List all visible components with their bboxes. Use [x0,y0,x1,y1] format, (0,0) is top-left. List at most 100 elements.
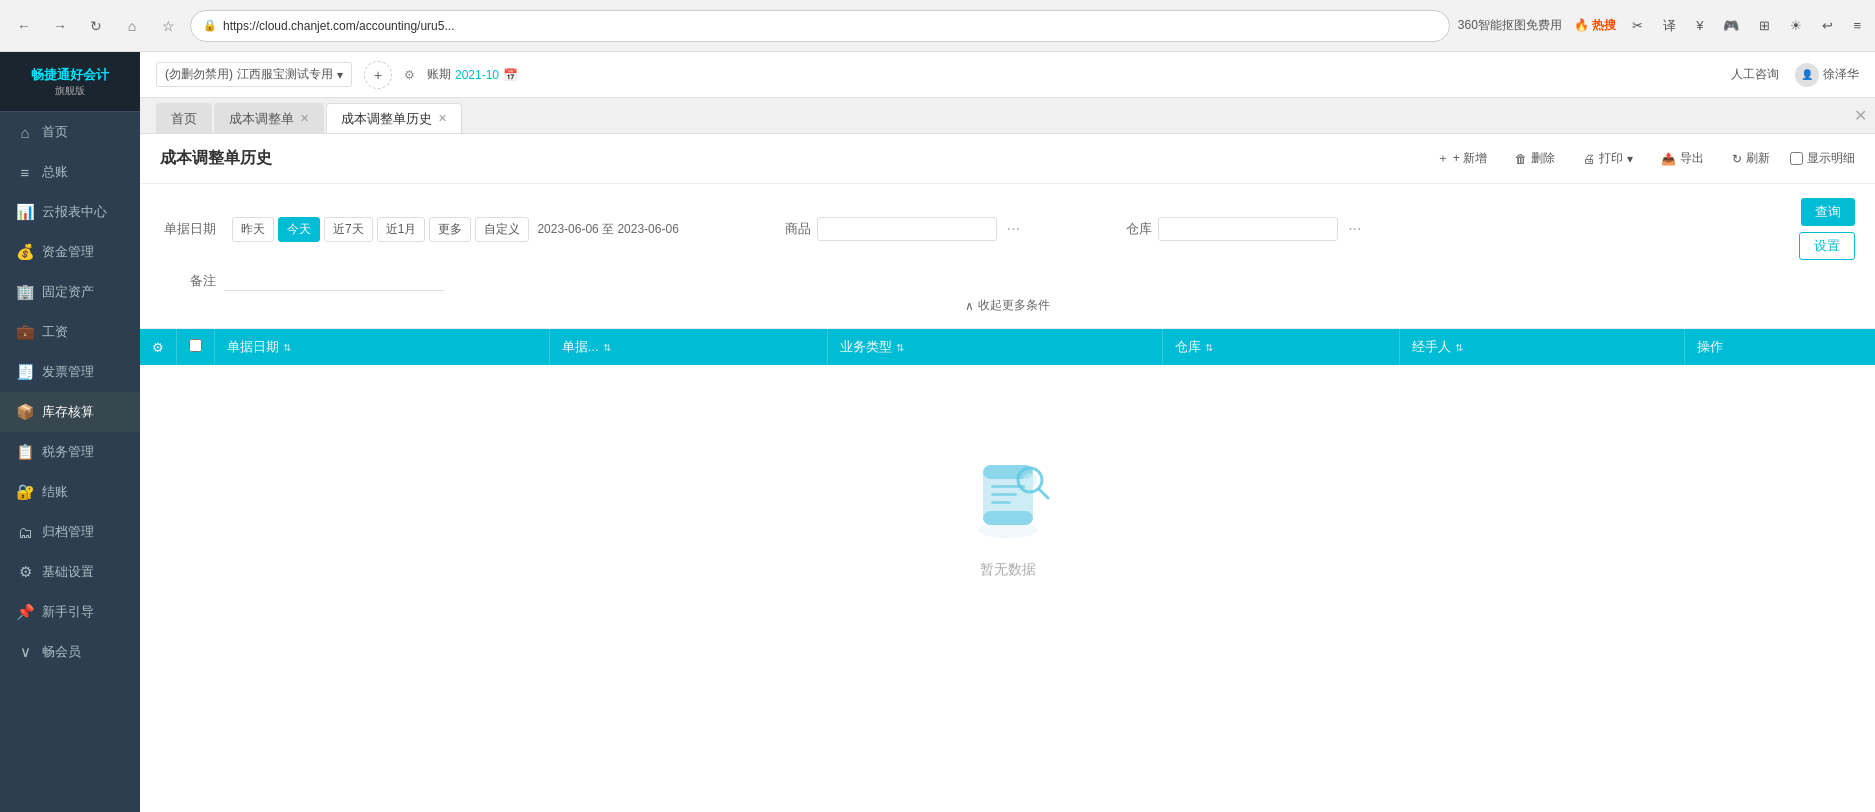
svg-point-9 [1023,473,1037,487]
undo-ext[interactable]: ↩ [1818,16,1837,35]
th-warehouse-label: 仓库 [1175,338,1201,356]
date-filter-buttons: 昨天 今天 近7天 近1月 更多 自定义 2023-06-06 至 2023-0… [232,217,679,242]
sidebar-item-member[interactable]: ∨ 畅会员 [0,632,140,672]
home-button[interactable]: ⌂ [118,12,146,40]
th-biz-type[interactable]: 业务类型 ⇅ [827,329,1162,365]
sidebar-item-archive[interactable]: 🗂 归档管理 [0,512,140,552]
hot-search-badge: 🔥 热搜 [1574,17,1616,34]
date-btn-more[interactable]: 更多 [429,217,471,242]
goods-more-icon[interactable]: ··· [1007,220,1020,238]
page-title: 成本调整单历史 [160,148,272,169]
sidebar-item-reports[interactable]: 📊 云报表中心 [0,192,140,232]
tab-history-label: 成本调整单历史 [341,110,432,128]
address-bar[interactable]: 🔒 https://cloud.chanjet.com/accounting/u… [190,10,1450,42]
display-cols-checkbox[interactable] [1790,152,1803,165]
sidebar-item-home[interactable]: ⌂ 首页 [0,112,140,152]
sidebar-item-invoice[interactable]: 🧾 发票管理 [0,352,140,392]
sidebar-item-inventory[interactable]: 📦 库存核算 [0,392,140,432]
username: 徐泽华 [1823,66,1859,83]
svg-rect-6 [991,501,1011,504]
sidebar-item-tax[interactable]: 📋 税务管理 [0,432,140,472]
settings-icon-topbar[interactable]: ⚙ [404,68,415,82]
th-warehouse[interactable]: 仓库 ⇅ [1162,329,1399,365]
sidebar-item-label: 归档管理 [42,523,94,541]
page-area: 成本调整单历史 ＋ + 新增 🗑 删除 🖨 打印 ▾ [140,134,1875,812]
export-button[interactable]: 📤 导出 [1653,146,1712,171]
bookmark-button[interactable]: ☆ [154,12,182,40]
sidebar-item-guide[interactable]: 📌 新手引导 [0,592,140,632]
customer-service-link[interactable]: 人工咨询 [1731,66,1779,83]
query-button[interactable]: 查询 [1801,198,1855,226]
tab-home[interactable]: 首页 [156,103,212,133]
refresh-button[interactable]: ↻ [82,12,110,40]
sidebar-item-payroll[interactable]: 💼 工资 [0,312,140,352]
date-btn-last-month[interactable]: 近1月 [377,217,426,242]
date-btn-today[interactable]: 今天 [278,217,320,242]
warehouse-input[interactable] [1158,217,1338,241]
collapse-button[interactable]: ∧ 收起更多条件 [160,291,1855,320]
sidebar-item-ledger[interactable]: ≡ 总账 [0,152,140,192]
sidebar-item-settings[interactable]: ⚙ 基础设置 [0,552,140,592]
collapse-text: 收起更多条件 [978,297,1050,314]
sidebar-item-label: 固定资产 [42,283,94,301]
th-handler[interactable]: 经手人 ⇅ [1399,329,1685,365]
export-icon: 📤 [1661,152,1676,166]
page-header: 成本调整单历史 ＋ + 新增 🗑 删除 🖨 打印 ▾ [140,134,1875,184]
date-range-text: 2023-06-06 至 2023-06-06 [537,221,678,238]
tab-cost-adjust[interactable]: 成本调整单 ✕ [214,103,324,133]
scissors-ext[interactable]: ✂ [1628,16,1647,35]
setting-button[interactable]: 设置 [1799,232,1855,260]
sidebar-item-label: 新手引导 [42,603,94,621]
url-text: https://cloud.chanjet.com/accounting/uru… [223,19,454,33]
remark-input[interactable] [224,270,444,291]
new-icon: ＋ [1437,150,1449,167]
sidebar-item-capital[interactable]: 💰 资金管理 [0,232,140,272]
date-btn-last7[interactable]: 近7天 [324,217,373,242]
brightness-ext[interactable]: ☀ [1786,16,1806,35]
date-btn-custom[interactable]: 自定义 [475,217,529,242]
warehouse-more-icon[interactable]: ··· [1348,220,1361,238]
grid-ext[interactable]: ⊞ [1755,16,1774,35]
avatar: 👤 [1795,63,1819,87]
lock-icon: 🔒 [203,19,217,32]
close-all-tabs[interactable]: ✕ [1854,106,1867,125]
table-settings-icon[interactable]: ⚙ [152,340,164,355]
sidebar-item-fixed-assets[interactable]: 🏢 固定资产 [0,272,140,312]
refresh-button[interactable]: ↻ 刷新 [1724,146,1778,171]
date-btn-yesterday[interactable]: 昨天 [232,217,274,242]
empty-illustration [958,445,1058,545]
sidebar-item-label: 发票管理 [42,363,94,381]
user-info[interactable]: 👤 徐泽华 [1795,63,1859,87]
sidebar-item-label: 资金管理 [42,243,94,261]
add-company-button[interactable]: + [364,61,392,89]
translate-ext[interactable]: 译 [1659,15,1680,37]
th-settings[interactable]: ⚙ [140,329,177,365]
game-ext[interactable]: 🎮 [1719,16,1743,35]
company-selector[interactable]: (勿删勿禁用) 江西服宝测试专用 ▾ [156,62,352,87]
sidebar-item-label: 基础设置 [42,563,94,581]
close-history-tab[interactable]: ✕ [438,113,447,124]
calendar-icon[interactable]: 📅 [503,68,518,82]
back-button[interactable]: ← [10,12,38,40]
close-cost-adjust-tab[interactable]: ✕ [300,113,309,124]
tab-cost-adjust-history[interactable]: 成本调整单历史 ✕ [326,103,462,133]
forward-button[interactable]: → [46,12,74,40]
new-button[interactable]: ＋ + 新增 [1429,146,1495,171]
th-number[interactable]: 单据... ⇅ [549,329,827,365]
sidebar-menu: ⌂ 首页 ≡ 总账 📊 云报表中心 💰 资金管理 🏢 固定资产 💼 工资 [0,112,140,812]
print-button[interactable]: 🖨 打印 ▾ [1575,146,1641,171]
th-checkbox[interactable] [177,329,215,365]
svg-line-8 [1039,489,1048,498]
th-date[interactable]: 单据日期 ⇅ [215,329,550,365]
remark-row: 备注 [160,270,1855,291]
coin-ext[interactable]: ¥ [1692,16,1707,35]
delete-button[interactable]: 🗑 删除 [1507,146,1563,171]
menu-ext[interactable]: ≡ [1849,16,1865,35]
sidebar-item-label: 税务管理 [42,443,94,461]
refresh-icon: ↻ [1732,152,1742,166]
archive-icon: 🗂 [16,524,34,541]
select-all-checkbox[interactable] [189,339,202,352]
goods-input[interactable] [817,217,997,241]
logo-brand: 畅捷通好会计 [31,66,109,84]
sidebar-item-closing[interactable]: 🔐 结账 [0,472,140,512]
